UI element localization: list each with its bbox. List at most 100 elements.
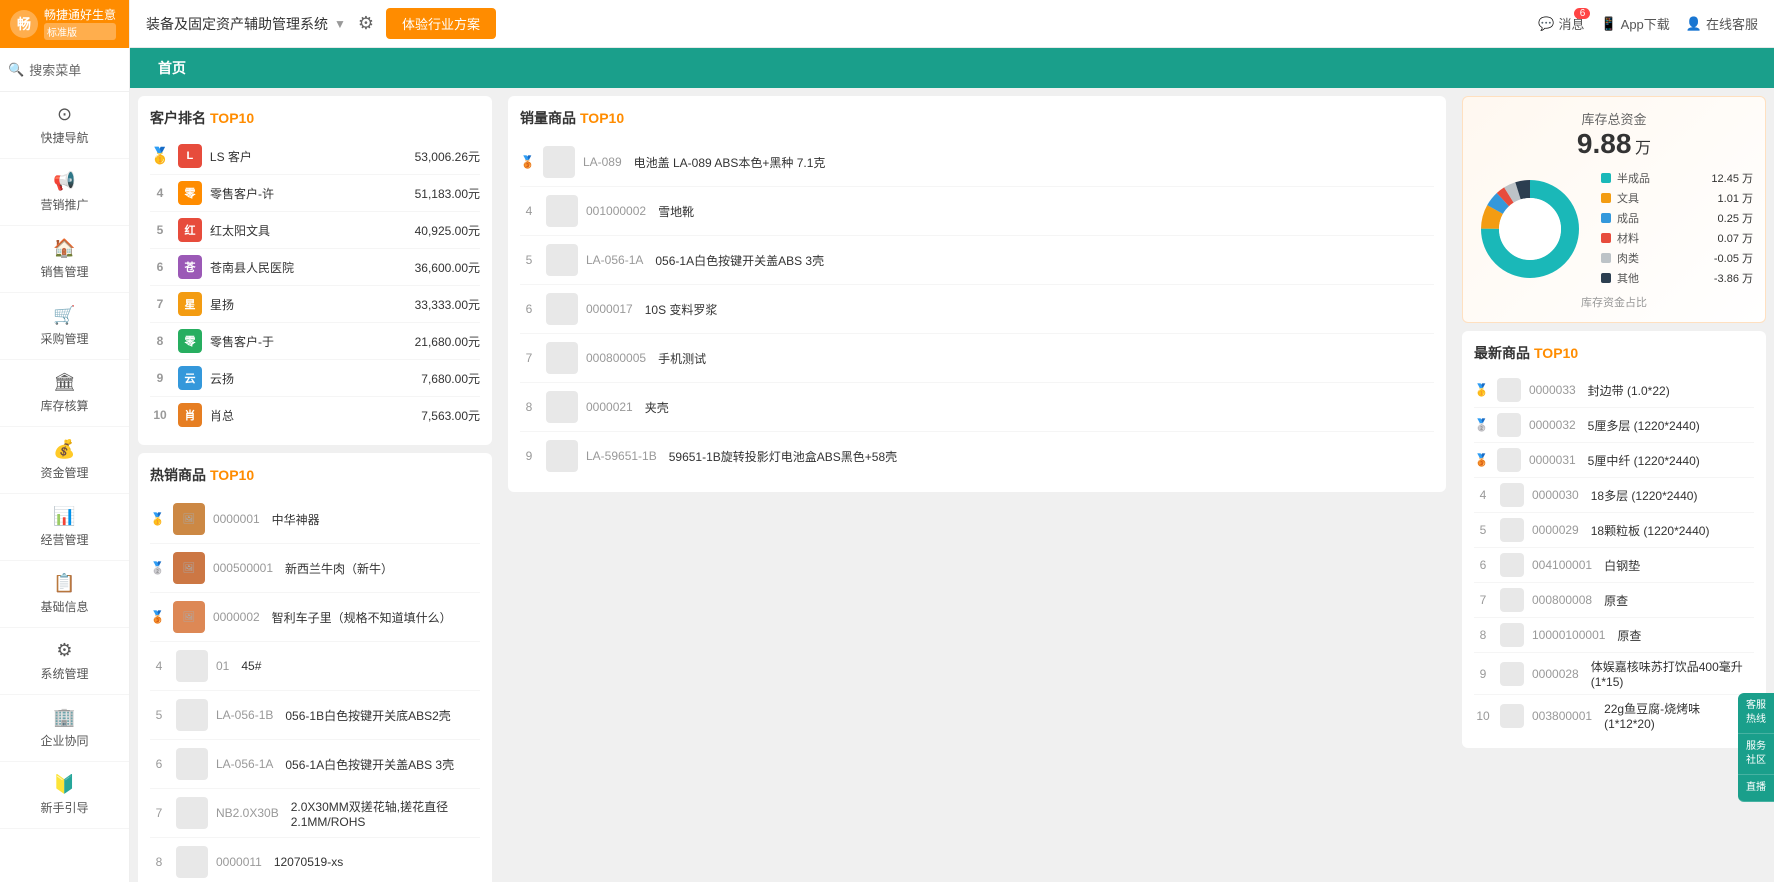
chevron-down-icon: ▼ bbox=[334, 17, 346, 31]
product-code: LA-056-1A bbox=[586, 253, 643, 267]
sold-product-item: 9LA-59651-1B59651-1B旋转投影灯电池盒ABS黑色+58壳 bbox=[520, 432, 1434, 480]
product-code: 001000002 bbox=[586, 204, 646, 218]
product-name: 原查 bbox=[1604, 592, 1754, 609]
product-thumbnail bbox=[176, 846, 208, 878]
product-name: 白钢垫 bbox=[1604, 557, 1754, 574]
rank-amount: 53,006.26元 bbox=[415, 148, 480, 165]
sidebar-item-quick-nav[interactable]: ⊙快捷导航 bbox=[0, 92, 129, 159]
product-thumbnail: 🖼 bbox=[173, 503, 205, 535]
sidebar-item-system[interactable]: ⚙系统管理 bbox=[0, 628, 129, 695]
rank-avatar: 零 bbox=[178, 181, 202, 205]
sidebar-item-enterprise[interactable]: 🏢企业协同 bbox=[0, 695, 129, 762]
rank-medal: 🥈 bbox=[1474, 418, 1489, 432]
rank-medal: 🥇 bbox=[150, 146, 170, 166]
newest-product-item: 90000028体娱嘉核味苏打饮品400毫升 (1*15) bbox=[1474, 653, 1754, 695]
online-service-button[interactable]: 👤 在线客服 bbox=[1686, 14, 1758, 33]
rank-avatar: 苍 bbox=[178, 255, 202, 279]
content-header: 首页 bbox=[130, 48, 1774, 88]
inventory-label: 库存总资金 bbox=[1581, 112, 1646, 127]
legend-item: 半成品 12.45 万 bbox=[1601, 170, 1753, 186]
trial-button[interactable]: 体验行业方案 bbox=[386, 8, 496, 39]
right-panel: 库存总资金 9.88 万 bbox=[1454, 88, 1774, 882]
rank-amount: 21,680.00元 bbox=[415, 333, 480, 350]
sold-products-title: 销量商品TOP10 bbox=[520, 108, 1434, 128]
basic-icon: 📋 bbox=[53, 573, 75, 594]
product-thumbnail bbox=[546, 195, 578, 227]
float-button-2[interactable]: 直播 bbox=[1738, 775, 1774, 802]
sidebar-item-operation[interactable]: 📊 经营管理 bbox=[0, 494, 129, 561]
product-code: 0000033 bbox=[1529, 383, 1576, 397]
customer-rank-item: 7 星 星扬 33,333.00元 bbox=[150, 286, 480, 323]
float-button-1[interactable]: 服务社区 bbox=[1738, 734, 1774, 775]
customer-rank-item: 10 肖 肖总 7,563.00元 bbox=[150, 397, 480, 433]
sidebar-item-purchase[interactable]: 🛒采购管理 bbox=[0, 293, 129, 360]
newest-product-item: 🥇0000033封边带 (1.0*22) bbox=[1474, 373, 1754, 408]
message-icon: 💬 bbox=[1538, 16, 1554, 32]
middle-panel: 销量商品TOP10 🥉LA-089电池盖 LA-089 ABS本色+黑种 7.1… bbox=[500, 88, 1454, 882]
rank-number: 8 bbox=[150, 855, 168, 869]
sold-product-item: 🥉LA-089电池盖 LA-089 ABS本色+黑种 7.1克 bbox=[520, 138, 1434, 187]
legend-value: -3.86 万 bbox=[1714, 270, 1753, 286]
sidebar-item-basic[interactable]: 📋基础信息 bbox=[0, 561, 129, 628]
product-code: 0000029 bbox=[1532, 523, 1579, 537]
product-name: 12070519-xs bbox=[274, 855, 480, 869]
operation-icon: 📊 bbox=[53, 506, 75, 527]
product-name: 056-1B白色按键开关底ABS2壳 bbox=[285, 707, 480, 724]
product-code: 000800005 bbox=[586, 351, 646, 365]
legend-name: 其他 bbox=[1617, 270, 1708, 286]
rank-number: 8 bbox=[1474, 628, 1492, 642]
customer-rank-item: 5 红 红太阳文具 40,925.00元 bbox=[150, 212, 480, 249]
rank-name: 零售客户-许 bbox=[210, 185, 407, 202]
sidebar-item-guide[interactable]: 🔰新手引导 bbox=[0, 762, 129, 829]
legend-item: 其他 -3.86 万 bbox=[1601, 270, 1753, 286]
product-thumbnail: 🖼 bbox=[173, 601, 205, 633]
float-button-0[interactable]: 客服热线 bbox=[1738, 693, 1774, 734]
product-code: 0000001 bbox=[213, 512, 260, 526]
product-thumbnail bbox=[176, 797, 208, 829]
rank-name: 星扬 bbox=[210, 296, 407, 313]
product-name: 10S 变料罗浆 bbox=[645, 301, 1434, 318]
inventory-subtitle: 库存资金占比 bbox=[1475, 294, 1753, 310]
product-name: 2.0X30MM双搓花轴,搓花直径2.1MM/ROHS bbox=[291, 798, 480, 829]
customer-rank-item: 4 零 零售客户-许 51,183.00元 bbox=[150, 175, 480, 212]
sidebar-nav: ⊙快捷导航📢营销推广🏠销售管理🛒采购管理🏛库存核算💰资金管理 📊 经营管理 📋基础信息… bbox=[0, 92, 129, 882]
hot-product-item: 🥈🖼000500001新西兰牛肉（新牛） bbox=[150, 544, 480, 593]
rank-number: 8 bbox=[150, 334, 170, 348]
sidebar-item-inventory[interactable]: 🏛库存核算 bbox=[0, 360, 129, 427]
app-download-button[interactable]: 📱 App下载 bbox=[1600, 14, 1669, 33]
product-thumbnail bbox=[1500, 483, 1524, 507]
legend-dot bbox=[1601, 233, 1611, 243]
search-menu-button[interactable]: 🔍 搜索菜单 bbox=[8, 56, 121, 83]
legend-value: 12.45 万 bbox=[1711, 170, 1753, 186]
donut-chart bbox=[1475, 174, 1585, 287]
system-selector[interactable]: 装备及固定资产辅助管理系统 ▼ bbox=[146, 14, 346, 34]
hot-products-list: 🥇🖼0000001中华神器🥈🖼000500001新西兰牛肉（新牛）🥉🖼00000… bbox=[150, 495, 480, 882]
rank-avatar: L bbox=[178, 144, 202, 168]
settings-icon[interactable]: ⚙ bbox=[358, 13, 374, 34]
product-code: LA-59651-1B bbox=[586, 449, 657, 463]
sidebar-item-label: 经营管理 bbox=[40, 531, 88, 548]
rank-name: LS 客户 bbox=[210, 148, 407, 165]
mobile-icon: 📱 bbox=[1600, 16, 1616, 32]
product-name: 22g鱼豆腐-烧烤味 (1*12*20) bbox=[1604, 700, 1754, 731]
product-code: 0000021 bbox=[586, 400, 633, 414]
rank-number: 7 bbox=[1474, 593, 1492, 607]
legend-value: -0.05 万 bbox=[1714, 250, 1753, 266]
customer-rank-list: 🥇 L LS 客户 53,006.26元 4 零 零售客户-许 51,183.0… bbox=[150, 138, 480, 433]
product-thumbnail bbox=[1497, 448, 1521, 472]
message-button[interactable]: 💬 消息 6 bbox=[1538, 14, 1584, 33]
rank-number: 9 bbox=[150, 371, 170, 385]
hot-product-item: 6LA-056-1A056-1A白色按键开关盖ABS 3壳 bbox=[150, 740, 480, 789]
product-code: LA-089 bbox=[583, 155, 622, 169]
rank-number: 5 bbox=[520, 253, 538, 267]
sidebar-item-sales[interactable]: 🏠销售管理 bbox=[0, 226, 129, 293]
rank-avatar: 肖 bbox=[178, 403, 202, 427]
sales-icon: 🏠 bbox=[53, 238, 75, 259]
rank-name: 云扬 bbox=[210, 370, 413, 387]
hot-products-card: 热销商品TOP10 🥇🖼0000001中华神器🥈🖼000500001新西兰牛肉（… bbox=[138, 453, 492, 882]
rank-number: 6 bbox=[150, 260, 170, 274]
sidebar-item-finance[interactable]: 💰资金管理 bbox=[0, 427, 129, 494]
sidebar-item-marketing[interactable]: 📢营销推广 bbox=[0, 159, 129, 226]
product-name: 手机测试 bbox=[658, 350, 1434, 367]
home-tab[interactable]: 首页 bbox=[146, 54, 198, 82]
